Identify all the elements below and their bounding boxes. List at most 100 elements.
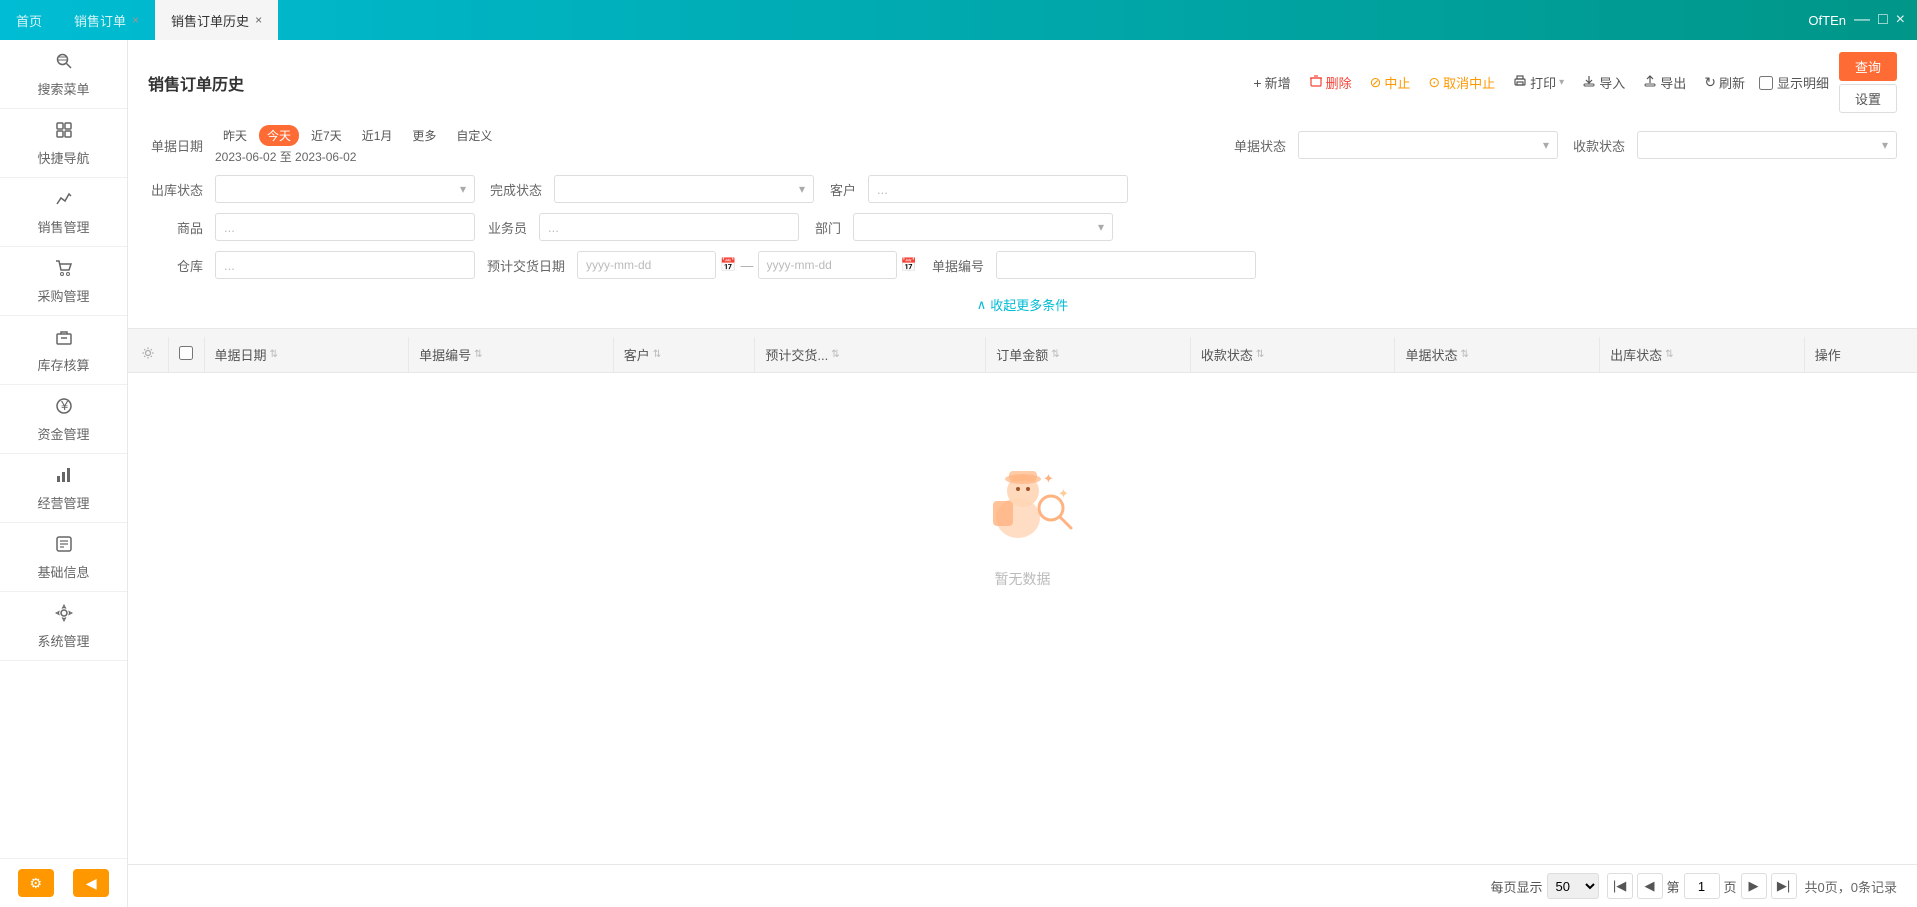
filter-row-4: 仓库 ... 预计交货日期 yyyy-mm-dd 📅 — yyyy-mm-dd (148, 251, 1897, 279)
th-doc-status[interactable]: 单据状态⇅ (1395, 337, 1600, 373)
date-filter-control: 昨天 今天 近7天 近1月 更多 自定义 2023-06-02 至 2023-0… (215, 125, 1219, 165)
display-detail-checkbox[interactable] (1759, 76, 1773, 90)
chevron-down-icon: ▾ (1543, 138, 1549, 152)
dept-select[interactable]: ▾ (853, 213, 1113, 241)
often-text: OfTEn (1808, 13, 1846, 28)
sidebar-item-quick-nav[interactable]: 快捷导航 (0, 109, 127, 178)
complete-status-select[interactable]: ▾ (554, 175, 814, 203)
th-warehouse-status[interactable]: 出库状态⇅ (1600, 337, 1805, 373)
sidebar-item-sys-mgmt[interactable]: 系统管理 (0, 592, 127, 661)
close-window-icon[interactable]: × (1896, 11, 1905, 29)
delete-button[interactable]: 删除 (1305, 71, 1356, 94)
warehouse-input[interactable]: ... (215, 251, 475, 279)
next-page-btn[interactable]: ▶ (1741, 873, 1767, 899)
first-page-btn[interactable]: |◀ (1607, 873, 1633, 899)
receipt-status-select[interactable]: ▾ (1637, 131, 1897, 159)
quick-nav-icon (55, 121, 73, 144)
close-tab-sales-history[interactable]: × (255, 13, 262, 27)
receipt-status-label: 收款状态 (1570, 136, 1625, 155)
sidebar-item-purchase-mgmt[interactable]: 采购管理 (0, 247, 127, 316)
close-tab-sales-order[interactable]: × (132, 13, 139, 27)
select-all-checkbox[interactable] (179, 346, 193, 360)
tab-sales-history[interactable]: 销售订单历史 × (155, 0, 278, 40)
calendar-icon-2[interactable]: 📅 (901, 257, 917, 273)
chevron-down-icon: ▾ (799, 182, 805, 196)
th-doc-number[interactable]: 单据编号⇅ (409, 337, 614, 373)
dqb-more[interactable]: 更多 (404, 125, 444, 146)
delete-icon (1309, 74, 1323, 91)
prev-page-btn[interactable]: ◀ (1637, 873, 1663, 899)
sidebar-item-basic-info[interactable]: 基础信息 (0, 523, 127, 592)
customer-ellipsis[interactable]: ... (877, 182, 888, 197)
sort-icon: ⇅ (1460, 349, 1468, 360)
dqb-yesterday[interactable]: 昨天 (215, 125, 255, 146)
sidebar-item-inventory[interactable]: 库存核算 (0, 316, 127, 385)
doc-number-input[interactable] (996, 251, 1256, 279)
sidebar-bottom: ⚙ ◀ (0, 858, 127, 907)
export-button[interactable]: 导出 (1639, 71, 1690, 94)
new-icon: + (1253, 75, 1261, 91)
cancel-stop-button[interactable]: ⊙ 取消中止 (1424, 71, 1499, 94)
svg-text:✦: ✦ (1043, 471, 1054, 486)
th-doc-date[interactable]: 单据日期⇅ (204, 337, 409, 373)
last-page-btn[interactable]: ▶| (1771, 873, 1797, 899)
warehouse-ellipsis[interactable]: ... (224, 258, 235, 273)
stop-icon: ⊘ (1370, 74, 1382, 91)
print-icon (1513, 74, 1527, 91)
tab-sales-order[interactable]: 销售订单 × (58, 0, 155, 40)
sidebar-collapse-btn[interactable]: ◀ (73, 869, 109, 897)
refresh-button[interactable]: ↻ 刷新 (1700, 71, 1749, 94)
import-icon (1582, 74, 1596, 91)
dqb-custom[interactable]: 自定义 (448, 125, 500, 146)
salesperson-ellipsis[interactable]: ... (548, 220, 559, 235)
sidebar-settings-btn[interactable]: ⚙ (18, 869, 54, 897)
maximize-icon[interactable]: □ (1878, 11, 1888, 29)
product-ellipsis[interactable]: ... (224, 220, 235, 235)
page-title-row: 销售订单历史 + 新增 删除 ⊘ 中止 (148, 52, 1897, 113)
search-menu-icon (55, 52, 73, 75)
dqb-7days[interactable]: 近7天 (303, 125, 350, 146)
th-customer[interactable]: 客户⇅ (613, 337, 755, 373)
warehouse-status-select[interactable]: ▾ (215, 175, 475, 203)
expected-date-from[interactable]: yyyy-mm-dd (577, 251, 716, 279)
dept-label: 部门 (811, 218, 841, 237)
calendar-icon-1[interactable]: 📅 (720, 257, 736, 273)
salesperson-input[interactable]: ... (539, 213, 799, 241)
settings-button[interactable]: 设置 (1839, 84, 1897, 113)
stop-button[interactable]: ⊘ 中止 (1366, 71, 1415, 94)
filter-row-3: 商品 ... 业务员 ... 部门 ▾ (148, 213, 1897, 241)
collapse-row[interactable]: ∧ 收起更多条件 (148, 289, 1897, 318)
import-button[interactable]: 导入 (1578, 71, 1629, 94)
new-button[interactable]: + 新增 (1249, 71, 1294, 94)
page-input[interactable] (1684, 873, 1720, 899)
dqb-today[interactable]: 今天 (259, 125, 299, 146)
th-settings (128, 337, 168, 373)
page-label: 第 (1667, 877, 1680, 896)
status-label: 单据状态 (1231, 136, 1286, 155)
per-page-label: 每页显示 (1490, 877, 1542, 896)
expected-date-to[interactable]: yyyy-mm-dd (758, 251, 897, 279)
doc-status-select[interactable]: ▾ (1298, 131, 1558, 159)
sidebar-item-finance[interactable]: ¥ 资金管理 (0, 385, 127, 454)
pagination: |◀ ◀ 第 页 ▶ ▶| (1607, 873, 1797, 899)
sys-mgmt-icon (55, 604, 73, 627)
th-checkbox[interactable] (168, 337, 204, 373)
complete-status-label: 完成状态 (487, 180, 542, 199)
product-input[interactable]: ... (215, 213, 475, 241)
th-order-amount[interactable]: 订单金额⇅ (986, 337, 1191, 373)
query-button[interactable]: 查询 (1839, 52, 1897, 81)
doc-number-label: 单据编号 (929, 256, 984, 275)
th-receipt-status[interactable]: 收款状态⇅ (1190, 337, 1395, 373)
sidebar-item-operations[interactable]: 经营管理 (0, 454, 127, 523)
filter-row-2: 出库状态 ▾ 完成状态 ▾ 客户 ... (148, 175, 1897, 203)
sidebar-item-search-menu[interactable]: 搜索菜单 (0, 40, 127, 109)
print-button[interactable]: 打印 ▾ (1509, 71, 1568, 94)
dqb-1month[interactable]: 近1月 (354, 125, 401, 146)
per-page-dropdown[interactable]: 50 10 20 100 (1547, 873, 1599, 899)
chevron-down-icon: ▾ (1882, 138, 1888, 152)
customer-input[interactable]: ... (868, 175, 1128, 203)
th-expected-date[interactable]: 预计交货...⇅ (755, 337, 986, 373)
sidebar-item-sales-mgmt[interactable]: 销售管理 (0, 178, 127, 247)
minimize-icon[interactable]: — (1854, 11, 1870, 29)
tab-home[interactable]: 首页 (0, 0, 58, 40)
